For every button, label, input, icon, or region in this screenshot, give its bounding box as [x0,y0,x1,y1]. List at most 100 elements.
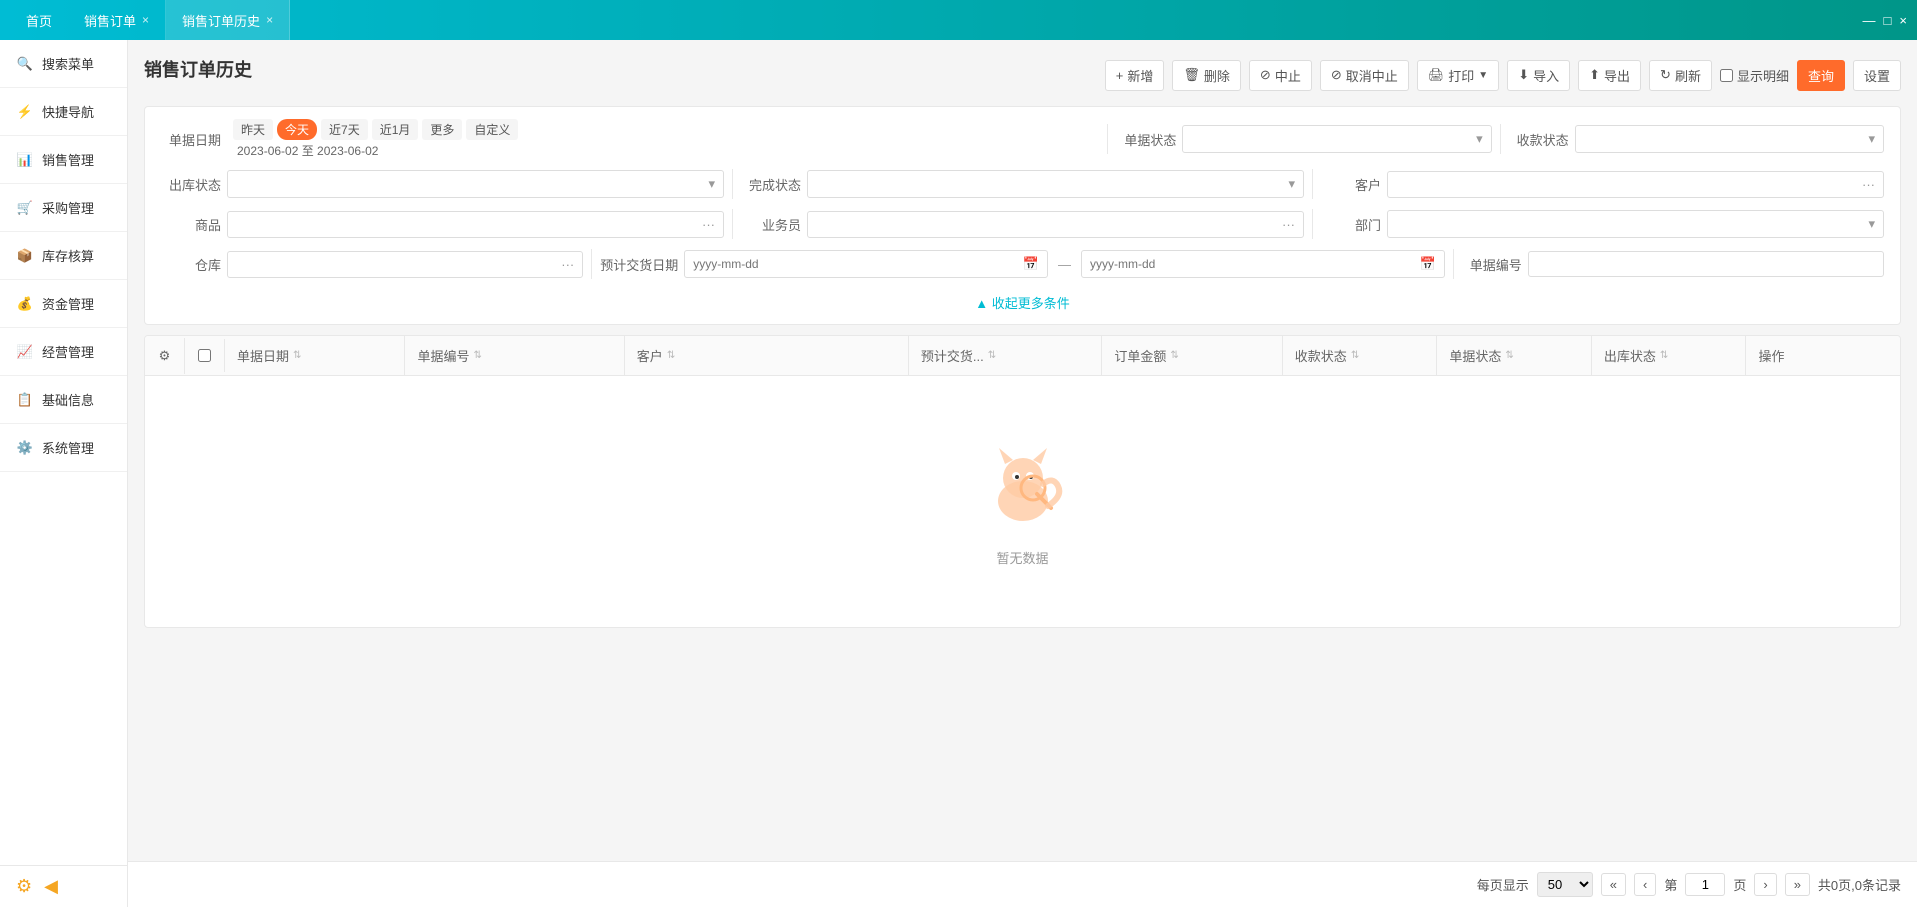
date-label: 单据日期 [161,130,221,149]
date-yesterday[interactable]: 昨天 [233,119,273,140]
calendar-end-icon[interactable]: 📅 [1420,256,1436,272]
tab-sales-order-close[interactable]: × [142,13,149,27]
sidebar-item-capital[interactable]: 💰 资金管理 [0,280,127,328]
sidebar-item-search-menu[interactable]: 🔍 搜索菜单 [0,40,127,88]
customer-input[interactable] [1396,177,1862,191]
maximize-btn[interactable]: □ [1884,13,1892,28]
show-detail-checkbox[interactable] [1720,69,1733,82]
query-button[interactable]: 查询 [1797,60,1845,91]
date-start-input[interactable] [693,257,1023,271]
page-input[interactable] [1685,873,1725,896]
sidebar-item-purchase-mgmt[interactable]: 🛒 采购管理 [0,184,127,232]
sidebar-item-capital-label: 资金管理 [42,294,94,313]
th-amount[interactable]: 订单金额 ⇅ [1102,336,1282,375]
sidebar-item-operations[interactable]: 📈 经营管理 [0,328,127,376]
import-button[interactable]: ⬇ 导入 [1507,60,1570,91]
receipt-status-input[interactable] [1584,132,1869,146]
th-checkbox[interactable] [185,339,225,372]
filter-panel: 单据日期 昨天 今天 近7天 近1月 更多 自定义 2023-06-02 至 2… [144,106,1901,325]
date-more[interactable]: 更多 [422,119,462,140]
sales-mgmt-icon: 📊 [16,151,34,169]
sidebar-item-inventory[interactable]: 📦 库存核算 [0,232,127,280]
cancel-stop-button[interactable]: ⊘ 取消中止 [1320,60,1409,91]
sidebar-item-basic-info[interactable]: 📋 基础信息 [0,376,127,424]
settings-button[interactable]: 设置 [1853,60,1901,91]
goods-control[interactable]: ··· [227,211,724,238]
complete-status-input[interactable] [816,177,1288,191]
export-label: 导出 [1604,66,1630,85]
last-page-button[interactable]: » [1785,873,1810,896]
next-page-button[interactable]: › [1754,873,1776,896]
delete-button[interactable]: 🗑 删除 [1172,60,1241,91]
tab-sales-order-history-close[interactable]: × [266,13,273,27]
order-no-control[interactable] [1528,251,1884,277]
customer-dots: ··· [1862,177,1875,192]
th-no[interactable]: 单据编号 ⇅ [405,336,624,375]
filter-receipt-status: 收款状态 ▾ [1509,125,1884,153]
order-status-label: 单据状态 [1116,130,1176,149]
th-customer[interactable]: 客户 ⇅ [625,336,909,375]
sidebar-item-system[interactable]: ⚙️ 系统管理 [0,424,127,472]
date-start-control[interactable]: 📅 [684,250,1048,278]
close-btn-window[interactable]: × [1899,13,1907,28]
date-separator: — [1054,257,1075,272]
date-end-control[interactable]: 📅 [1081,250,1445,278]
print-button[interactable]: 🖨 打印 ▼ [1417,60,1499,91]
th-receipt[interactable]: 收款状态 ⇅ [1283,336,1438,375]
th-out[interactable]: 出库状态 ⇅ [1592,336,1747,375]
minimize-btn[interactable]: — [1863,13,1876,28]
date-custom[interactable]: 自定义 [466,119,518,140]
goods-input[interactable] [236,217,702,231]
th-settings[interactable]: ⚙ [145,338,185,374]
dept-control[interactable]: ▾ [1387,210,1884,238]
tab-sales-order-history[interactable]: 销售订单历史 × [166,0,290,40]
out-status-input[interactable] [236,177,708,191]
tab-home[interactable]: 首页 [10,11,68,30]
customer-control[interactable]: ··· [1387,171,1884,198]
sidebar-collapse-icon[interactable]: ◀ [44,876,58,897]
order-status-input[interactable] [1191,132,1476,146]
refresh-button[interactable]: ↻ 刷新 [1649,60,1712,91]
sidebar-item-quick-nav[interactable]: ⚡ 快捷导航 [0,88,127,136]
collapse-row[interactable]: ▲ 收起更多条件 [161,289,1884,312]
date-end-input[interactable] [1090,257,1420,271]
quick-nav-icon: ⚡ [16,103,34,121]
date-today[interactable]: 今天 [277,119,317,140]
sidebar-item-sales-mgmt[interactable]: 📊 销售管理 [0,136,127,184]
sidebar-settings-icon[interactable]: ⚙ [16,876,32,897]
export-button[interactable]: ⬆ 导出 [1578,60,1641,91]
order-status-control[interactable]: ▾ [1182,125,1491,153]
page-suffix: 页 [1733,875,1746,894]
th-delivery-label: 预计交货... [921,346,984,365]
order-no-input[interactable] [1537,257,1875,271]
th-status[interactable]: 单据状态 ⇅ [1437,336,1592,375]
salesperson-control[interactable]: ··· [807,211,1304,238]
per-page-select[interactable]: 50 10 20 100 [1537,872,1593,897]
stop-button[interactable]: ⊘ 中止 [1249,60,1312,91]
prev-page-button[interactable]: ‹ [1634,873,1656,896]
print-arrow: ▼ [1478,70,1488,81]
first-page-button[interactable]: « [1601,873,1626,896]
tab-sales-order[interactable]: 销售订单 × [68,0,166,40]
date-range-text: 2023-06-02 至 2023-06-02 [237,142,518,159]
new-button[interactable]: + 新增 [1105,60,1165,91]
salesperson-input[interactable] [816,217,1282,231]
select-all-checkbox[interactable] [198,349,211,362]
th-delivery-sort: ⇅ [988,350,996,361]
date-last1m[interactable]: 近1月 [372,119,419,140]
warehouse-input[interactable] [236,257,561,271]
calendar-start-icon[interactable]: 📅 [1023,256,1039,272]
sidebar-item-search-menu-label: 搜索菜单 [42,54,94,73]
warehouse-control[interactable]: ··· [227,251,583,278]
date-last7[interactable]: 近7天 [321,119,368,140]
receipt-status-control[interactable]: ▾ [1575,125,1884,153]
dept-input[interactable] [1396,217,1868,231]
complete-status-control[interactable]: ▾ [807,170,1304,198]
th-delivery[interactable]: 预计交货... ⇅ [909,336,1102,375]
out-status-control[interactable]: ▾ [227,170,724,198]
warehouse-label: 仓库 [161,255,221,274]
sidebar-item-basic-info-label: 基础信息 [42,390,94,409]
filter-order-status: 单据状态 ▾ [1116,125,1491,153]
th-date[interactable]: 单据日期 ⇅ [225,336,405,375]
filter-goods: 商品 ··· [161,211,724,238]
